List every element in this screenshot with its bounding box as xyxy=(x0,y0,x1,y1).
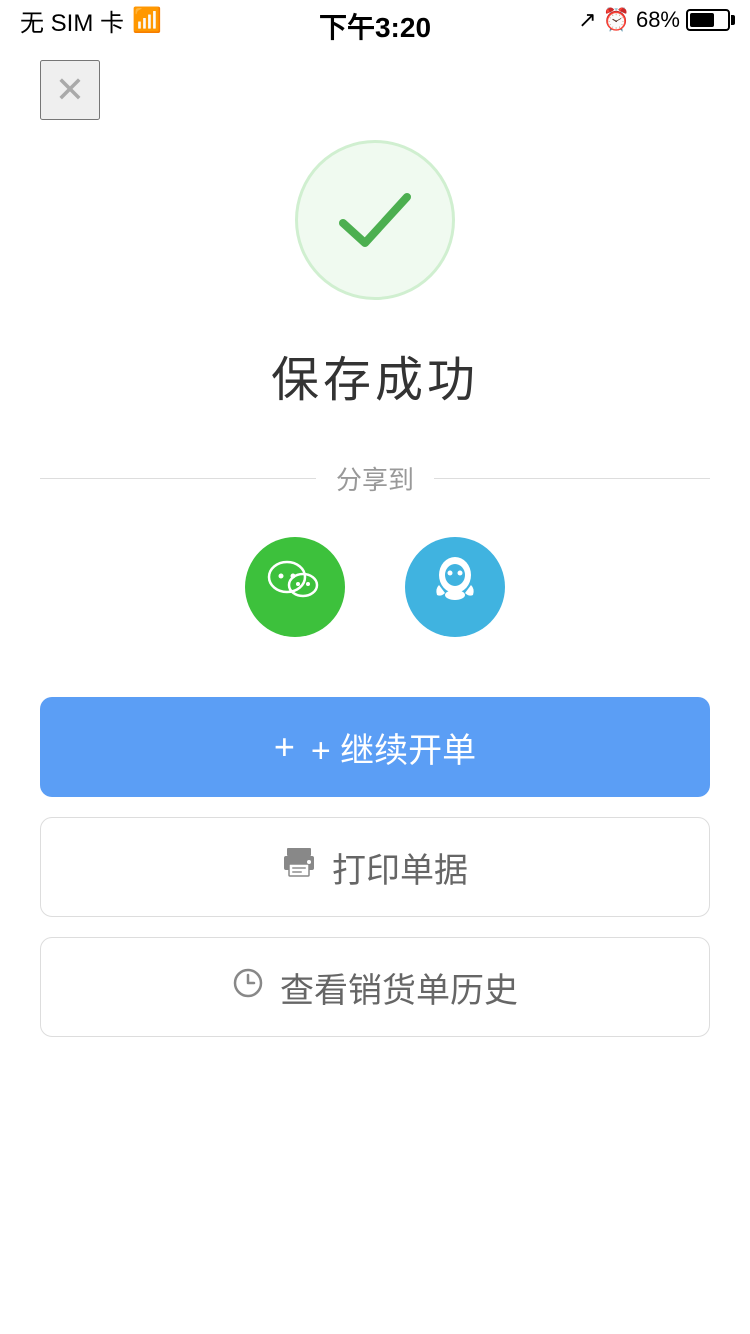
status-left: 无 SIM 卡 📶 xyxy=(20,3,162,38)
success-circle xyxy=(295,140,455,300)
wechat-icon xyxy=(267,557,323,618)
status-time: 下午3:20 xyxy=(319,6,431,46)
share-section: 分享到 xyxy=(40,460,710,637)
location-icon: ↗ xyxy=(578,7,596,33)
qq-share-button[interactable] xyxy=(405,537,505,637)
printer-icon xyxy=(282,848,316,886)
divider-left xyxy=(40,478,316,479)
continue-button[interactable]: + + 继续开单 xyxy=(40,697,710,797)
wechat-share-button[interactable] xyxy=(245,537,345,637)
battery-icon xyxy=(686,9,730,31)
close-icon: ✕ xyxy=(55,72,85,108)
plus-icon: + xyxy=(274,726,295,768)
share-divider-row: 分享到 xyxy=(40,460,710,497)
share-icons-row xyxy=(40,537,710,637)
battery-percent: 68% xyxy=(636,7,680,33)
share-label: 分享到 xyxy=(336,460,414,497)
print-label: 打印单据 xyxy=(332,843,468,892)
history-icon xyxy=(232,967,264,1007)
checkmark-icon xyxy=(335,185,415,255)
close-button[interactable]: ✕ xyxy=(40,60,100,120)
main-content: ✕ 保存成功 分享到 xyxy=(0,40,750,1334)
history-label: 查看销货单历史 xyxy=(280,963,518,1012)
status-bar: 无 SIM 卡 📶 下午3:20 ↗ ⏰ 68% xyxy=(0,0,750,40)
continue-label: + 继续开单 xyxy=(311,723,476,772)
actions-section: + + 继续开单 打印单据 xyxy=(40,697,710,1037)
status-right: ↗ ⏰ 68% xyxy=(578,7,730,33)
divider-right xyxy=(434,478,710,479)
wifi-icon: 📶 xyxy=(132,6,162,35)
history-button[interactable]: 查看销货单历史 xyxy=(40,937,710,1037)
alarm-icon: ⏰ xyxy=(603,7,630,33)
sim-text: 无 SIM 卡 xyxy=(20,3,124,38)
qq-icon xyxy=(429,553,481,622)
print-button[interactable]: 打印单据 xyxy=(40,817,710,917)
success-title: 保存成功 xyxy=(271,340,479,410)
